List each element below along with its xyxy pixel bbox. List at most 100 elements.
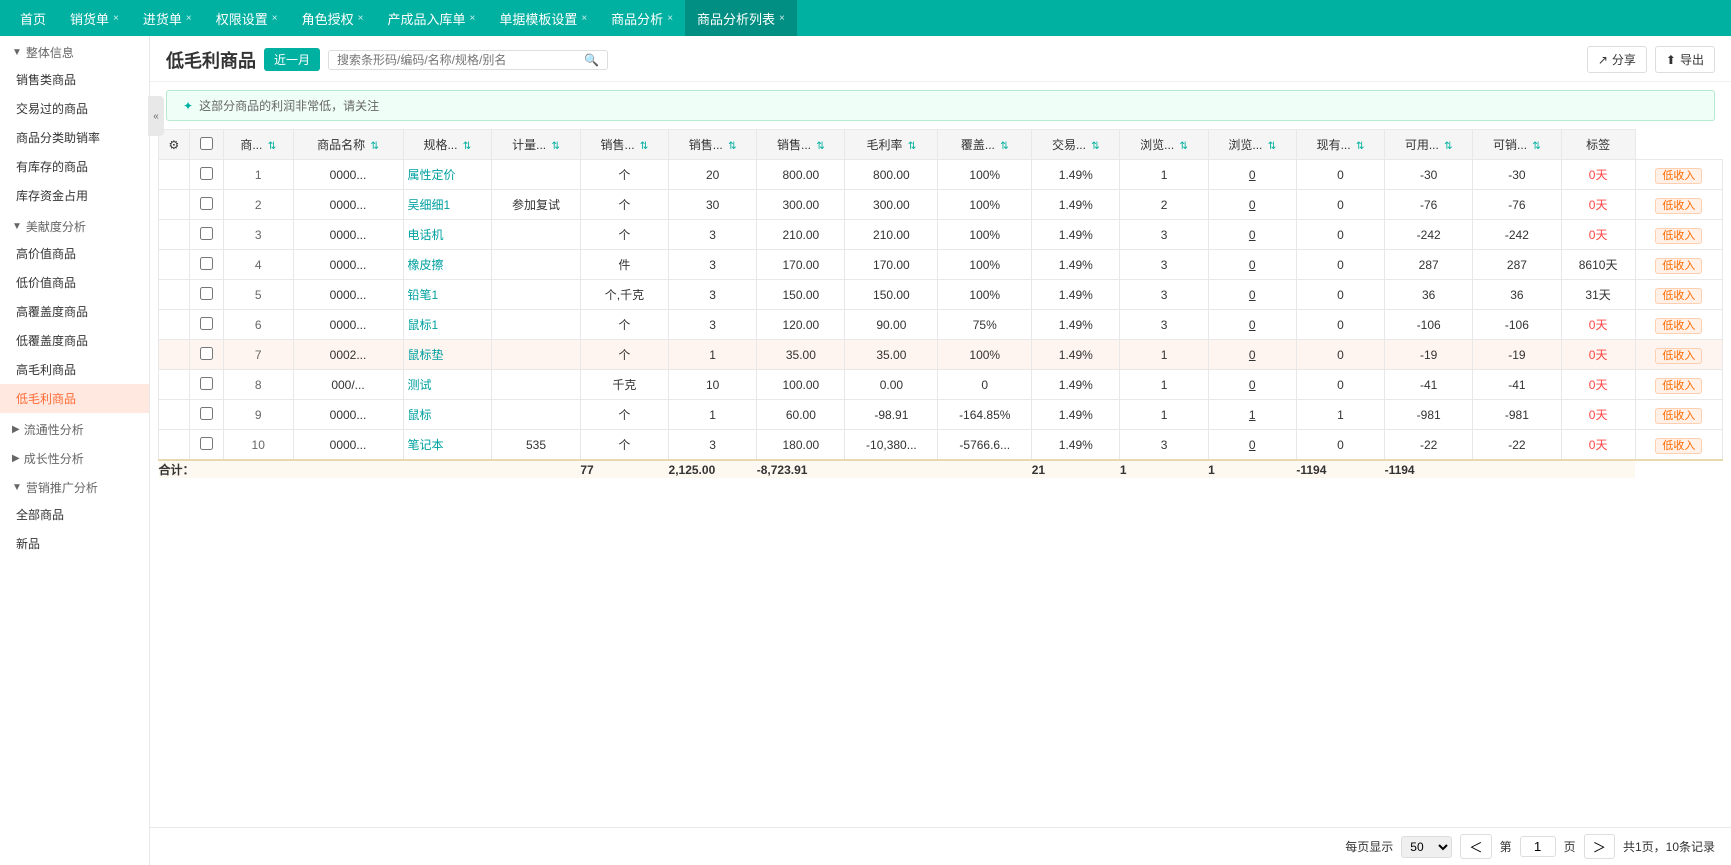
row-browse1[interactable]: 0 [1208, 370, 1296, 400]
col-saleable[interactable]: 可销... ⇅ [1473, 130, 1561, 160]
nav-close-product-entry[interactable]: × [469, 13, 475, 24]
nav-close-product-analysis[interactable]: × [667, 13, 673, 24]
sidebar-item-库存资金占用[interactable]: 库存资金占用 [0, 181, 149, 210]
row-browse1[interactable]: 0 [1208, 160, 1296, 190]
row-settings[interactable] [159, 220, 190, 250]
per-page-select[interactable]: 50 20 100 [1401, 836, 1452, 858]
col-sales-count[interactable]: 销售... ⇅ [580, 130, 668, 160]
row-name[interactable]: 测试 [403, 370, 492, 400]
row-settings[interactable] [159, 340, 190, 370]
nav-close-permission[interactable]: × [272, 13, 278, 24]
sidebar-item-低价值商品[interactable]: 低价值商品 [0, 268, 149, 297]
col-current[interactable]: 现有... ⇅ [1296, 130, 1384, 160]
row-browse1[interactable]: 1 [1208, 400, 1296, 430]
col-trade[interactable]: 交易... ⇅ [1032, 130, 1120, 160]
col-gross-rate[interactable]: 毛利率 ⇅ [845, 130, 938, 160]
nav-product-entry[interactable]: 产成品入库单 × [375, 0, 487, 36]
nav-home[interactable]: 首页 [8, 0, 58, 36]
sidebar-item-商品分类助销率[interactable]: 商品分类助销率 [0, 123, 149, 152]
share-button[interactable]: ↗ 分享 [1587, 46, 1647, 73]
sidebar-group-成长性分析[interactable]: ▶ 成长性分析 [0, 442, 149, 471]
nav-template[interactable]: 单据模板设置 × [487, 0, 599, 36]
nav-product-analysis-list[interactable]: 商品分析列表 × [685, 0, 797, 36]
row-name[interactable]: 电话机 [403, 220, 492, 250]
row-name[interactable]: 橡皮擦 [403, 250, 492, 280]
nav-close-purchase[interactable]: × [186, 13, 192, 24]
col-browse2[interactable]: 浏览... ⇅ [1208, 130, 1296, 160]
nav-sales[interactable]: 销货单 × [58, 0, 131, 36]
row-name[interactable]: 吴细细1 [403, 190, 492, 220]
row-name[interactable]: 铅笔1 [403, 280, 492, 310]
col-spec[interactable]: 规格... ⇅ [403, 130, 492, 160]
row-checkbox[interactable] [189, 160, 223, 190]
sidebar-group-美献度分析[interactable]: ▼ 美献度分析 [0, 210, 149, 239]
nav-close-sales[interactable]: × [113, 13, 119, 24]
row-browse1[interactable]: 0 [1208, 220, 1296, 250]
row-browse1[interactable]: 0 [1208, 280, 1296, 310]
row-name[interactable]: 属性定价 [403, 160, 492, 190]
row-checkbox[interactable] [189, 250, 223, 280]
sidebar-group-流通性分析[interactable]: ▶ 流通性分析 [0, 413, 149, 442]
row-browse1[interactable]: 0 [1208, 430, 1296, 461]
col-unit[interactable]: 计量... ⇅ [492, 130, 581, 160]
row-checkbox[interactable] [189, 370, 223, 400]
row-checkbox[interactable] [189, 220, 223, 250]
row-settings[interactable] [159, 250, 190, 280]
sidebar-item-高毛利商品[interactable]: 高毛利商品 [0, 355, 149, 384]
nav-permission[interactable]: 权限设置 × [204, 0, 290, 36]
sidebar-collapse-button[interactable]: « [148, 96, 164, 136]
row-checkbox[interactable] [189, 190, 223, 220]
next-page-button[interactable]: ＞ [1584, 834, 1615, 859]
sidebar-item-交易过的商品[interactable]: 交易过的商品 [0, 94, 149, 123]
row-browse1[interactable]: 0 [1208, 190, 1296, 220]
row-settings[interactable] [159, 280, 190, 310]
col-sales-amount[interactable]: 销售... ⇅ [669, 130, 757, 160]
sidebar-item-低覆盖度商品[interactable]: 低覆盖度商品 [0, 326, 149, 355]
row-settings[interactable] [159, 160, 190, 190]
row-settings[interactable] [159, 190, 190, 220]
col-available[interactable]: 可用... ⇅ [1385, 130, 1473, 160]
col-browse1[interactable]: 浏览... ⇅ [1120, 130, 1208, 160]
row-checkbox[interactable] [189, 340, 223, 370]
row-name[interactable]: 鼠标垫 [403, 340, 492, 370]
prev-page-button[interactable]: ＜ [1460, 834, 1491, 859]
select-all-checkbox[interactable] [200, 137, 213, 150]
search-input[interactable] [337, 53, 584, 67]
page-input[interactable] [1520, 836, 1556, 857]
sidebar-item-高价值商品[interactable]: 高价值商品 [0, 239, 149, 268]
sidebar-item-高覆盖度商品[interactable]: 高覆盖度商品 [0, 297, 149, 326]
col-name[interactable]: 商品名称 ⇅ [293, 130, 403, 160]
export-button[interactable]: ⬆ 导出 [1655, 46, 1715, 73]
row-settings[interactable] [159, 400, 190, 430]
sidebar-item-销售类商品[interactable]: 销售类商品 [0, 65, 149, 94]
row-checkbox[interactable] [189, 400, 223, 430]
nav-product-analysis[interactable]: 商品分析 × [599, 0, 685, 36]
nav-close-product-analysis-list[interactable]: × [779, 13, 785, 24]
col-code[interactable]: 商... ⇅ [223, 130, 293, 160]
date-filter-button[interactable]: 近一月 [264, 48, 320, 71]
col-cover-rate[interactable]: 覆盖... ⇅ [938, 130, 1032, 160]
row-settings[interactable] [159, 430, 190, 461]
sidebar-item-全部商品[interactable]: 全部商品 [0, 500, 149, 529]
nav-close-role[interactable]: × [358, 13, 364, 24]
row-browse1[interactable]: 0 [1208, 310, 1296, 340]
row-name[interactable]: 鼠标 [403, 400, 492, 430]
nav-purchase[interactable]: 进货单 × [131, 0, 204, 36]
col-sales-profit[interactable]: 销售... ⇅ [757, 130, 845, 160]
row-browse1[interactable]: 0 [1208, 250, 1296, 280]
sidebar-item-新品[interactable]: 新品 [0, 529, 149, 558]
row-checkbox[interactable] [189, 280, 223, 310]
sidebar-item-有库存的商品[interactable]: 有库存的商品 [0, 152, 149, 181]
search-icon[interactable]: 🔍 [584, 53, 599, 67]
row-settings[interactable] [159, 310, 190, 340]
sidebar-group-营销推广分析[interactable]: ▼ 营销推广分析 [0, 471, 149, 500]
row-checkbox[interactable] [189, 430, 223, 461]
nav-close-template[interactable]: × [581, 13, 587, 24]
row-browse1[interactable]: 0 [1208, 340, 1296, 370]
row-settings[interactable] [159, 370, 190, 400]
sidebar-item-低毛利商品[interactable]: 低毛利商品 [0, 384, 149, 413]
row-checkbox[interactable] [189, 310, 223, 340]
col-checkbox[interactable] [189, 130, 223, 160]
row-name[interactable]: 鼠标1 [403, 310, 492, 340]
nav-role[interactable]: 角色授权 × [290, 0, 376, 36]
